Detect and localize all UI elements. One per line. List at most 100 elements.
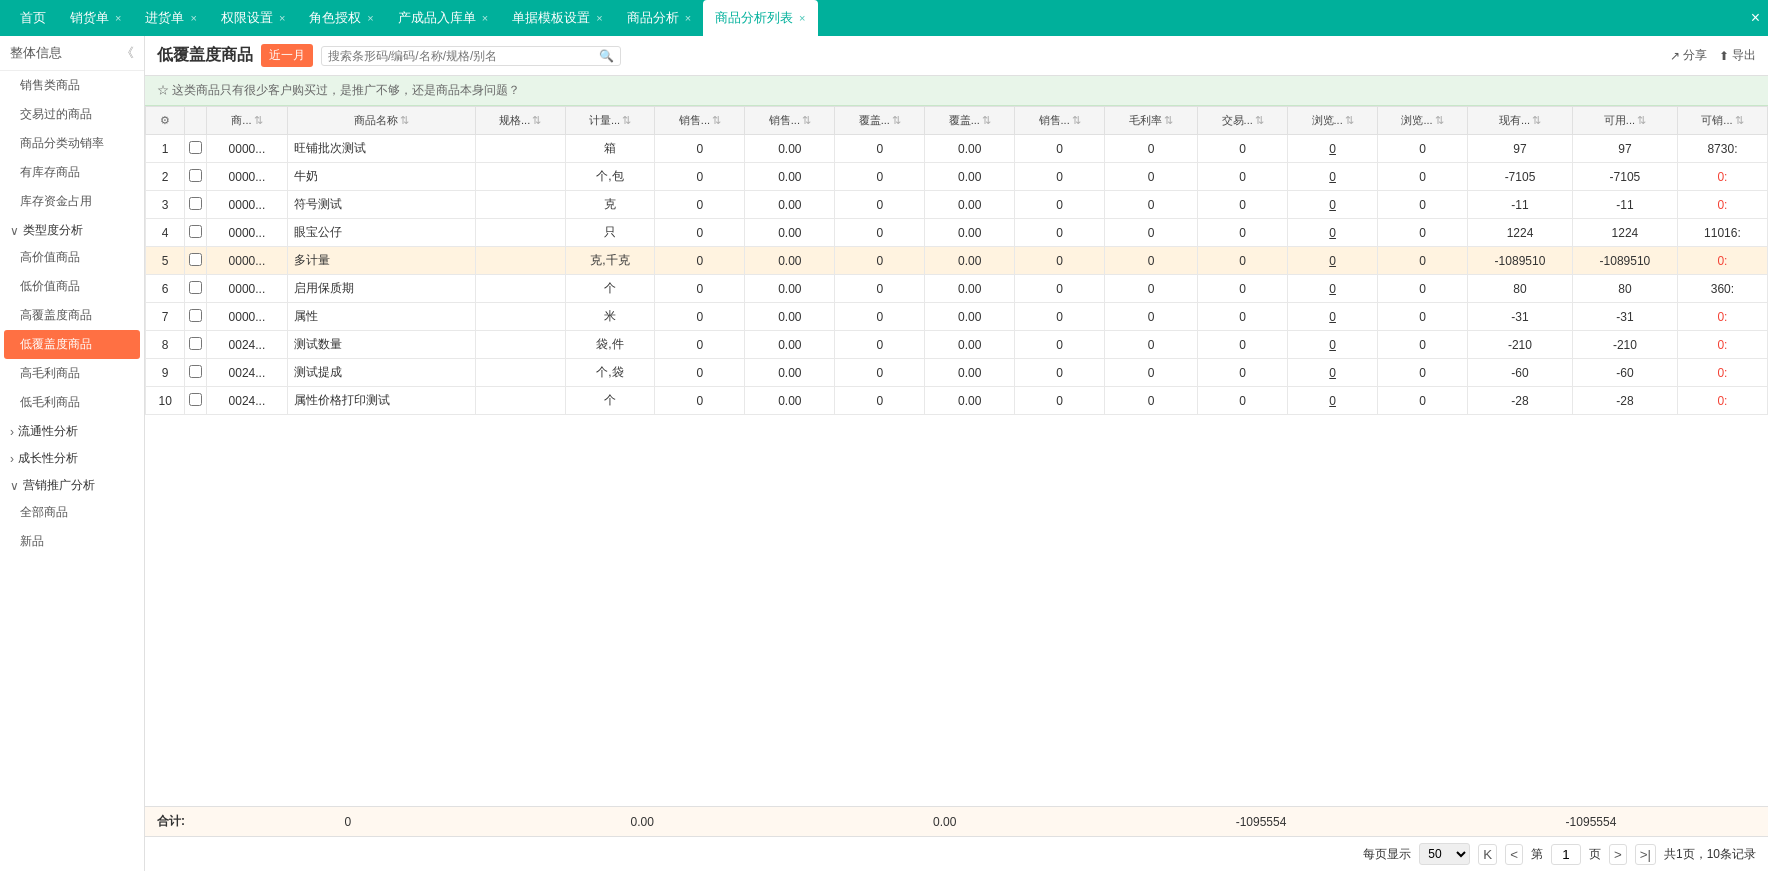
available-cell: 97 xyxy=(1572,135,1677,163)
browse1-column-header[interactable]: 浏览...⇅ xyxy=(1288,107,1378,135)
gross-margin-column-header[interactable]: 毛利率⇅ xyxy=(1105,107,1198,135)
transaction-column-header[interactable]: 交易...⇅ xyxy=(1198,107,1288,135)
unit-cell: 克,千克 xyxy=(565,247,655,275)
browse1-link[interactable]: 0 xyxy=(1329,310,1336,324)
close-icon[interactable]: × xyxy=(596,12,602,24)
close-icon[interactable]: × xyxy=(190,12,196,24)
sales-ratio-column-header[interactable]: 销售...⇅ xyxy=(1015,107,1105,135)
browse1-link[interactable]: 0 xyxy=(1329,198,1336,212)
window-close-button[interactable]: × xyxy=(1751,9,1760,27)
nav-template-settings[interactable]: 单据模板设置 × xyxy=(500,0,614,36)
last-page-button[interactable]: >| xyxy=(1635,844,1656,865)
code-cell: 0024... xyxy=(207,387,287,415)
footer-coverage2: 0.00 xyxy=(933,815,956,829)
close-icon[interactable]: × xyxy=(799,12,805,24)
spec-column-header[interactable]: 规格...⇅ xyxy=(475,107,565,135)
coverage2-column-header[interactable]: 覆盖...⇅ xyxy=(925,107,1015,135)
sidebar-item-high-value[interactable]: 高价值商品 xyxy=(0,243,144,272)
row-checkbox[interactable] xyxy=(189,141,202,154)
browse1-link[interactable]: 0 xyxy=(1329,170,1336,184)
saleable-column-header[interactable]: 可销...⇅ xyxy=(1677,107,1767,135)
current-stock-cell: -31 xyxy=(1468,303,1573,331)
close-icon[interactable]: × xyxy=(115,12,121,24)
sales-qty-column-header[interactable]: 销售...⇅ xyxy=(655,107,745,135)
unit-column-header[interactable]: 计量...⇅ xyxy=(565,107,655,135)
sidebar-section-liquidity[interactable]: › 流通性分析 xyxy=(0,417,144,444)
browse1-link[interactable]: 0 xyxy=(1329,254,1336,268)
nav-permission-settings[interactable]: 权限设置 × xyxy=(209,0,297,36)
nav-product-analysis-list[interactable]: 商品分析列表 × xyxy=(703,0,817,36)
date-filter-button[interactable]: 近一月 xyxy=(261,44,313,67)
sales-ratio-cell: 0 xyxy=(1015,359,1105,387)
row-checkbox[interactable] xyxy=(189,281,202,294)
row-checkbox[interactable] xyxy=(189,393,202,406)
sidebar-item-high-gross[interactable]: 高毛利商品 xyxy=(0,359,144,388)
close-icon[interactable]: × xyxy=(482,12,488,24)
search-input[interactable] xyxy=(328,49,595,63)
sidebar-item-low-gross[interactable]: 低毛利商品 xyxy=(0,388,144,417)
share-button[interactable]: ↗ 分享 xyxy=(1670,47,1707,64)
export-button[interactable]: ⬆ 导出 xyxy=(1719,47,1756,64)
row-checkbox[interactable] xyxy=(189,365,202,378)
sidebar-section-growth[interactable]: › 成长性分析 xyxy=(0,444,144,471)
sidebar-item-category-turnover[interactable]: 商品分类动销率 xyxy=(0,129,144,158)
sidebar-item-low-coverage[interactable]: 低覆盖度商品 xyxy=(4,330,140,359)
code-column-header[interactable]: 商...⇅ xyxy=(207,107,287,135)
browse1-link[interactable]: 0 xyxy=(1329,282,1336,296)
sidebar-section-type-analysis[interactable]: ∨ 类型度分析 xyxy=(0,216,144,243)
sidebar-item-high-coverage[interactable]: 高覆盖度商品 xyxy=(0,301,144,330)
row-checkbox[interactable] xyxy=(189,169,202,182)
close-icon[interactable]: × xyxy=(279,12,285,24)
browse1-link[interactable]: 0 xyxy=(1329,338,1336,352)
row-checkbox[interactable] xyxy=(189,309,202,322)
sales-amt-column-header[interactable]: 销售...⇅ xyxy=(745,107,835,135)
prev-page-button[interactable]: < xyxy=(1505,844,1523,865)
close-icon[interactable]: × xyxy=(685,12,691,24)
row-checkbox[interactable] xyxy=(189,253,202,266)
sidebar-section-marketing[interactable]: ∨ 营销推广分析 xyxy=(0,471,144,498)
name-column-header[interactable]: 商品名称⇅ xyxy=(287,107,475,135)
page-size-select[interactable]: 50 20 100 200 xyxy=(1419,843,1470,865)
gross-margin-cell: 0 xyxy=(1105,135,1198,163)
nav-home[interactable]: 首页 xyxy=(8,0,58,36)
sidebar-item-in-stock-goods[interactable]: 有库存商品 xyxy=(0,158,144,187)
sales-qty-cell: 0 xyxy=(655,331,745,359)
nav-finished-goods[interactable]: 产成品入库单 × xyxy=(386,0,500,36)
nav-purchase-order[interactable]: 进货单 × xyxy=(133,0,208,36)
nav-role-auth[interactable]: 角色授权 × xyxy=(297,0,385,36)
nav-product-analysis[interactable]: 商品分析 × xyxy=(615,0,703,36)
browse2-cell: 0 xyxy=(1378,387,1468,415)
next-page-button[interactable]: > xyxy=(1609,844,1627,865)
sidebar-item-low-value[interactable]: 低价值商品 xyxy=(0,272,144,301)
sidebar-item-all-goods[interactable]: 全部商品 xyxy=(0,498,144,527)
row-checkbox[interactable] xyxy=(189,197,202,210)
nav-sales-order[interactable]: 销货单 × xyxy=(58,0,133,36)
table-row: 80024...测试数量袋,件00.0000.0000000-210-2100: xyxy=(146,331,1768,359)
browse2-column-header[interactable]: 浏览...⇅ xyxy=(1378,107,1468,135)
name-cell: 启用保质期 xyxy=(287,275,475,303)
name-cell: 测试提成 xyxy=(287,359,475,387)
browse1-link[interactable]: 0 xyxy=(1329,394,1336,408)
coverage2-cell: 0.00 xyxy=(925,275,1015,303)
available-column-header[interactable]: 可用...⇅ xyxy=(1572,107,1677,135)
settings-column-header[interactable]: ⚙ xyxy=(146,107,185,135)
sidebar-item-stock-capital[interactable]: 库存资金占用 xyxy=(0,187,144,216)
browse2-cell: 0 xyxy=(1378,163,1468,191)
first-page-button[interactable]: K xyxy=(1478,844,1497,865)
row-checkbox[interactable] xyxy=(189,225,202,238)
page-input[interactable] xyxy=(1551,844,1581,865)
coverage1-cell: 0 xyxy=(835,219,925,247)
current-stock-column-header[interactable]: 现有...⇅ xyxy=(1468,107,1573,135)
sidebar-item-traded-goods[interactable]: 交易过的商品 xyxy=(0,100,144,129)
coverage2-cell: 0.00 xyxy=(925,359,1015,387)
browse1-link[interactable]: 0 xyxy=(1329,142,1336,156)
browse1-link[interactable]: 0 xyxy=(1329,226,1336,240)
sales-qty-cell: 0 xyxy=(655,275,745,303)
browse1-link[interactable]: 0 xyxy=(1329,366,1336,380)
sidebar-item-sales-goods[interactable]: 销售类商品 xyxy=(0,71,144,100)
close-icon[interactable]: × xyxy=(367,12,373,24)
sidebar-item-new-goods[interactable]: 新品 xyxy=(0,527,144,556)
coverage1-column-header[interactable]: 覆盖...⇅ xyxy=(835,107,925,135)
sidebar-header[interactable]: 整体信息 《 xyxy=(0,36,144,71)
row-checkbox[interactable] xyxy=(189,337,202,350)
